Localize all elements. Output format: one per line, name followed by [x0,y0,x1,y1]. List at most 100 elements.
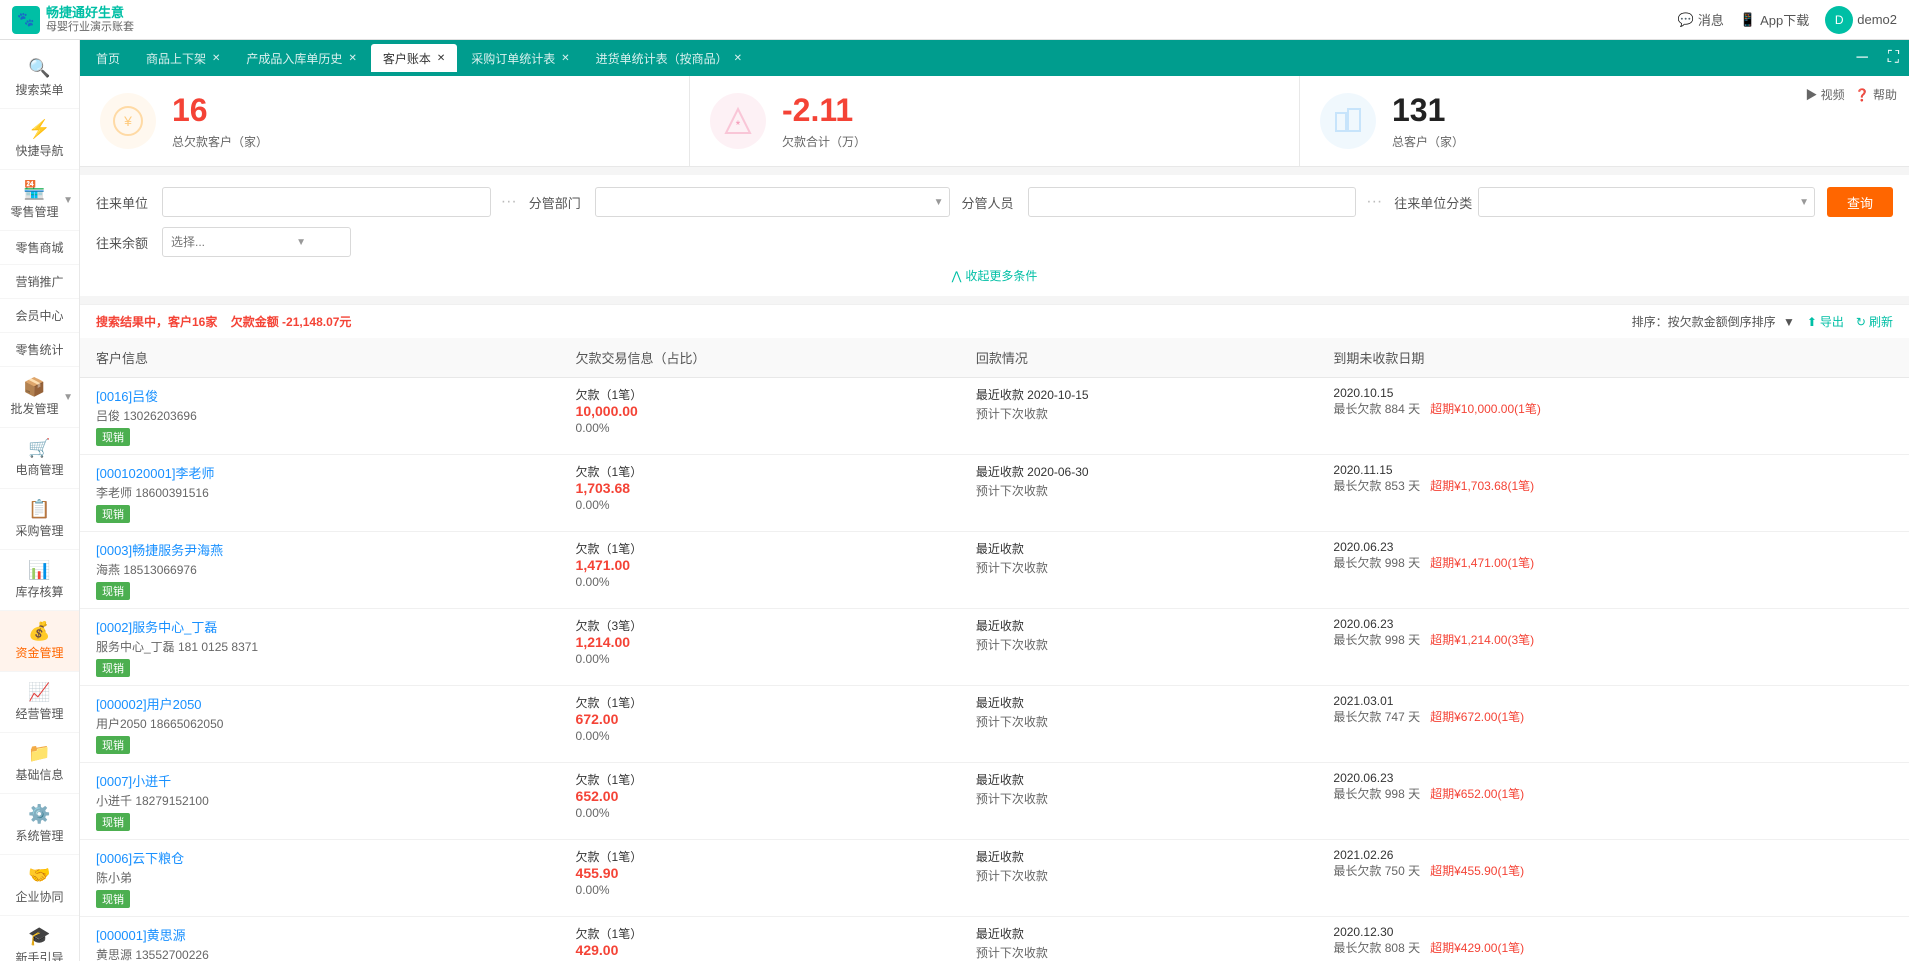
topbar-left: 🐾 畅捷通好生意 母婴行业演示账套 [12,5,134,34]
tab-production[interactable]: 产成品入库单历史 ✕ [234,44,368,72]
debt-amount-0[interactable]: 10,000.00 [576,403,944,419]
cell-customer-1: [0001020001]李老师 李老师 18600391516 现销 [80,455,560,532]
query-button[interactable]: 查询 [1827,187,1893,217]
overdue-amount-6[interactable]: 超期¥455.90(1笔) [1430,864,1524,878]
sidebar-item-label: 批发管理 [11,400,59,417]
sidebar-item-inventory[interactable]: 📊 库存核算 [0,550,79,611]
tab-home[interactable]: 首页 [84,44,132,72]
overdue-date-5: 2020.06.23 [1333,771,1893,785]
video-btn[interactable]: ▶ 视频 [1805,86,1844,103]
overdue-amount-1[interactable]: 超期¥1,703.68(1笔) [1430,479,1534,493]
filter-label-dept: 分管部门 [529,193,589,212]
debt-amount-5[interactable]: 652.00 [576,788,944,804]
sidebar-item-base-info[interactable]: 📁 基础信息 [0,733,79,794]
debt-amount-4[interactable]: 672.00 [576,711,944,727]
sidebar-item-purchase[interactable]: 📋 采购管理 [0,489,79,550]
customer-name-2[interactable]: [0003]畅捷服务尹海燕 [96,540,544,559]
tab-products-close[interactable]: ✕ [212,53,220,64]
overdue-amount-4[interactable]: 超期¥672.00(1笔) [1430,710,1524,724]
sort-text: 排序：按欠款金额倒序排序 [1632,315,1776,329]
filter-select-dept[interactable] [595,187,950,217]
debt-amount-1[interactable]: 1,703.68 [576,480,944,496]
sidebar-item-search[interactable]: 🔍 搜索菜单 [0,48,79,109]
customer-name-3[interactable]: [0002]服务中心_丁磊 [96,617,544,636]
message-btn[interactable]: 💬 消息 [1678,10,1724,29]
recover-next-7: 预计下次收款 [976,944,1302,961]
tab-purchase-order-label: 采购订单统计表 [471,50,555,67]
overdue-date-2: 2020.06.23 [1333,540,1893,554]
debt-amount-6[interactable]: 455.90 [576,865,944,881]
chevron-down-icon: ▼ [63,195,73,206]
refresh-button[interactable]: ↻ 刷新 [1856,313,1893,330]
cell-due-5: 2020.06.23 最长欠款 998 天 超期¥652.00(1笔) [1317,763,1909,840]
stat-card-debt-total: * -2.11 欠款合计（万） [690,76,1300,166]
overdue-amount-0[interactable]: 超期¥10,000.00(1笔) [1430,402,1541,416]
tab-products[interactable]: 商品上下架 ✕ [134,44,232,72]
ellipsis-icon: ··· [501,193,517,211]
stat-label-debt-total: 欠款合计（万） [782,133,866,150]
recover-date-2: 最近收款 [976,540,1302,557]
overdue-date-7: 2020.12.30 [1333,925,1893,939]
recover-next-0: 预计下次收款 [976,405,1302,422]
sidebar-item-collab[interactable]: 🤝 企业协同 [0,855,79,916]
tabs-minimize-btn[interactable]: ─ [1850,49,1873,67]
stat-icon-total: * [710,93,766,149]
tabs-maximize-btn[interactable]: ⛶ [1882,49,1905,67]
sidebar-item-member[interactable]: 会员中心 [0,299,79,333]
cell-recover-6: 最近收款 预计下次收款 [960,840,1318,917]
sidebar-item-label: 营销推广 [4,273,75,290]
tab-stock-summary[interactable]: 进货单统计表（按商品） ✕ [584,44,754,72]
tab-production-close[interactable]: ✕ [348,53,356,64]
debt-amount-3[interactable]: 1,214.00 [576,634,944,650]
sidebar-item-retail[interactable]: 🏪 零售管理 ▼ [0,170,79,231]
filter-input-person[interactable] [1028,187,1357,217]
filter-select-category[interactable] [1478,187,1815,217]
base-info-icon: 📁 [4,743,75,764]
customer-name-7[interactable]: [000001]黄思源 [96,925,544,944]
tab-customer-account-close[interactable]: ✕ [437,53,445,64]
sidebar-item-retail-stats[interactable]: 零售统计 [0,333,79,367]
tab-customer-account[interactable]: 客户账本 ✕ [371,44,457,72]
customer-name-4[interactable]: [000002]用户2050 [96,694,544,713]
filter-select-balance[interactable] [162,227,351,257]
user-menu[interactable]: D demo2 [1825,6,1897,34]
tab-purchase-order[interactable]: 采购订单统计表 ✕ [459,44,581,72]
sidebar-item-system[interactable]: ⚙️ 系统管理 [0,794,79,855]
purchase-icon: 📋 [4,499,75,520]
overdue-days-3: 最长欠款 998 天 超期¥1,214.00(3笔) [1333,631,1893,648]
col-header-debt: 欠款交易信息（占比） [560,338,960,378]
customer-name-0[interactable]: [0016]吕俊 [96,386,544,405]
debt-info-4: 欠款（1笔） [576,694,944,711]
sidebar-item-guide[interactable]: 🎓 新手引导 [0,916,79,961]
results-info: 搜索结果中，客户16家 欠款金额 -21,148.07元 [96,313,351,330]
sidebar-item-wholesale[interactable]: 📦 批发管理 ▼ [0,367,79,428]
debt-amount-7[interactable]: 429.00 [576,942,944,958]
filter-input-client[interactable] [162,187,491,217]
overdue-amount-3[interactable]: 超期¥1,214.00(3笔) [1430,633,1534,647]
recover-next-4: 预计下次收款 [976,713,1302,730]
debt-amount-2[interactable]: 1,471.00 [576,557,944,573]
tab-purchase-order-close[interactable]: ✕ [561,53,569,64]
sidebar-item-marketing[interactable]: 营销推广 [0,265,79,299]
sidebar-item-label: 资金管理 [4,644,75,661]
customer-tag-4: 现销 [96,736,130,754]
export-button[interactable]: ⬆ 导出 [1807,313,1844,330]
expand-button[interactable]: ⋀ 收起更多条件 [96,267,1893,284]
sidebar-item-retail-mall[interactable]: 零售商城 [0,231,79,265]
filter-select-balance-wrapper: ▼ [162,227,312,257]
logo-area: 🐾 畅捷通好生意 母婴行业演示账套 [12,5,134,34]
app-download-btn[interactable]: 📱 App下载 [1740,10,1809,29]
overdue-amount-7[interactable]: 超期¥429.00(1笔) [1430,941,1524,955]
customer-name-6[interactable]: [0006]云下粮仓 [96,848,544,867]
sidebar-item-finance[interactable]: 💰 资金管理 [0,611,79,672]
overdue-amount-2[interactable]: 超期¥1,471.00(1笔) [1430,556,1534,570]
sidebar-item-quicknav[interactable]: ⚡ 快捷导航 [0,109,79,170]
sidebar-item-ecommerce[interactable]: 🛒 电商管理 [0,428,79,489]
ellipsis-icon2: ··· [1366,193,1382,211]
customer-name-1[interactable]: [0001020001]李老师 [96,463,544,482]
customer-name-5[interactable]: [0007]小迸千 [96,771,544,790]
tab-stock-summary-close[interactable]: ✕ [734,53,742,64]
overdue-amount-5[interactable]: 超期¥652.00(1笔) [1430,787,1524,801]
help-btn[interactable]: ❓ 帮助 [1855,86,1897,103]
sidebar-item-operation[interactable]: 📈 经营管理 [0,672,79,733]
